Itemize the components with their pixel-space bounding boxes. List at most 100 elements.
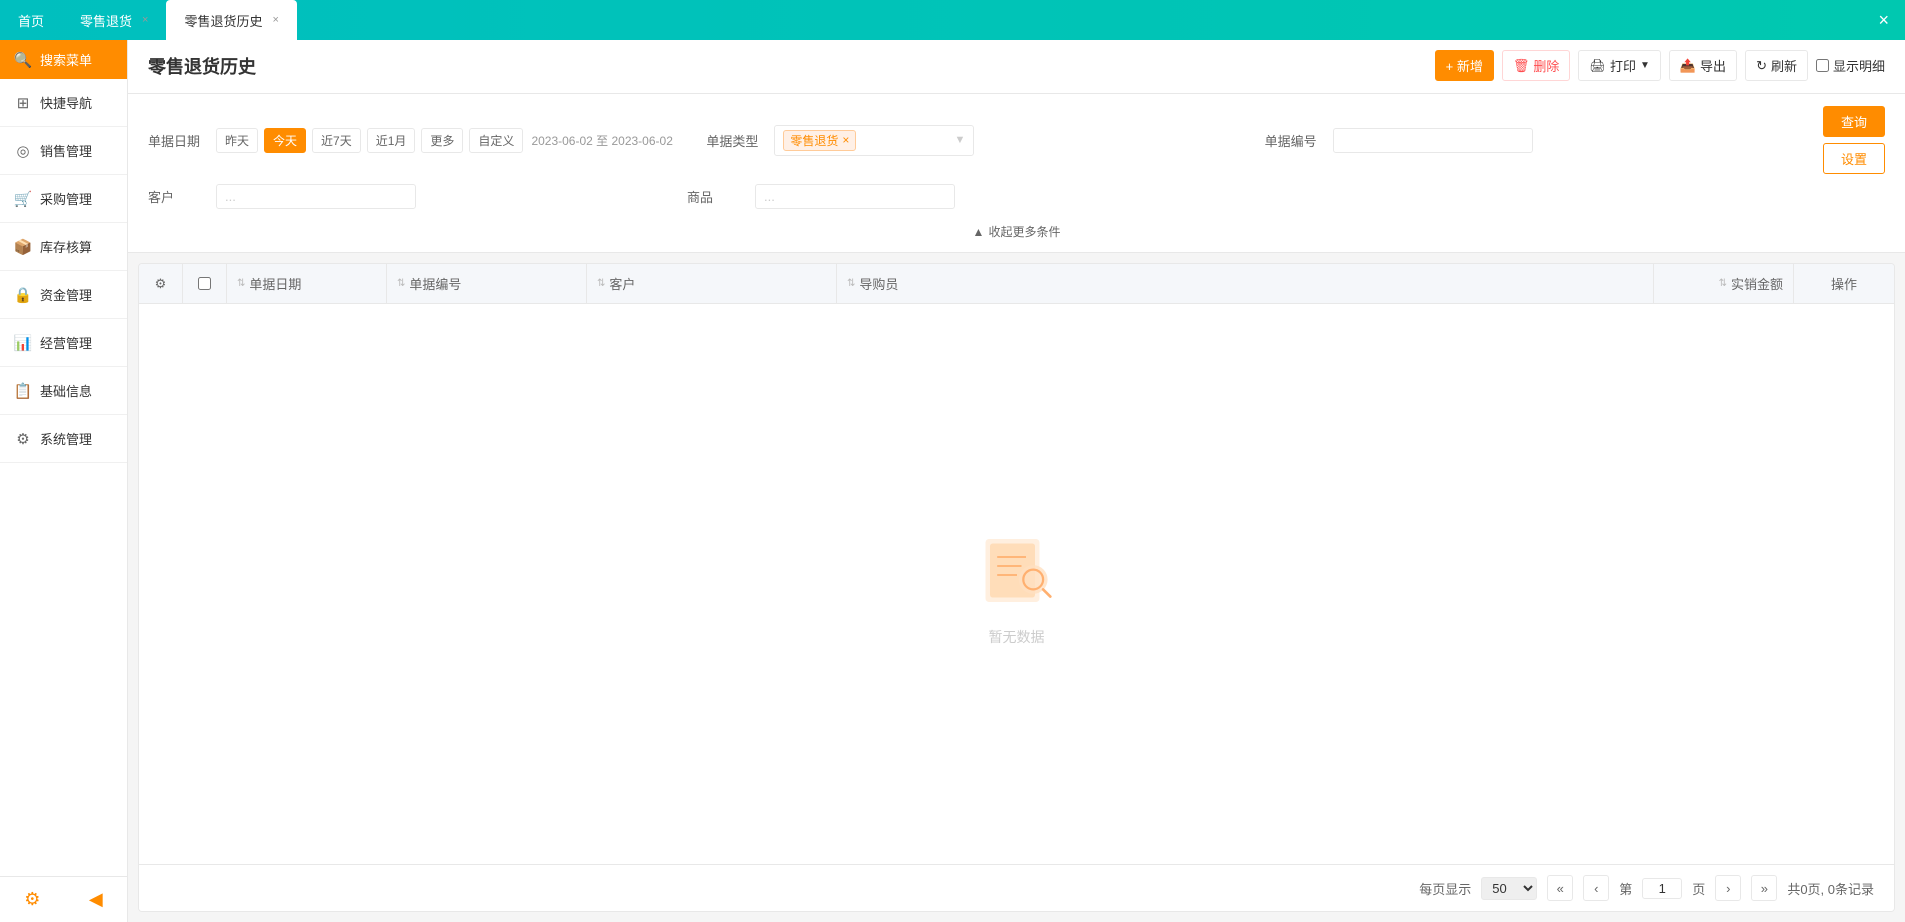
sidebar-item-basic-info-label: 基础信息 bbox=[40, 381, 92, 400]
delete-label: 删除 bbox=[1533, 56, 1559, 75]
page-first-button[interactable]: « bbox=[1547, 875, 1573, 901]
th-date[interactable]: ⇅ 单据日期 bbox=[227, 264, 387, 303]
sidebar-item-sales-mgmt[interactable]: ◎ 销售管理 bbox=[0, 127, 127, 175]
th-bill-no[interactable]: ⇅ 单据编号 bbox=[387, 264, 587, 303]
print-button[interactable]: 🖨 打印 ▼ bbox=[1578, 50, 1660, 81]
sidebar-item-system-mgmt[interactable]: ⚙ 系统管理 bbox=[0, 415, 127, 463]
date-btn-7days[interactable]: 近7天 bbox=[312, 128, 361, 153]
query-button[interactable]: 查询 bbox=[1823, 106, 1885, 137]
tab-retail-return[interactable]: 零售退货 × bbox=[62, 0, 166, 40]
bill-type-dropdown-icon: ▼ bbox=[954, 134, 965, 146]
page-title: 零售退货历史 bbox=[148, 53, 256, 79]
date-range-display: 2023-06-02 至 2023-06-02 bbox=[531, 132, 672, 149]
tab-retail-return-history-label: 零售退货历史 bbox=[184, 11, 262, 30]
filter-action-buttons: 查询 设置 bbox=[1823, 106, 1885, 174]
date-filter-group: 单据日期 昨天 今天 近7天 近1月 更多 自定义 2023-06-02 至 2… bbox=[148, 128, 674, 153]
tab-home-label: 首页 bbox=[18, 11, 44, 30]
goods-select[interactable]: ... bbox=[755, 184, 955, 209]
date-btn-1month[interactable]: 近1月 bbox=[367, 128, 416, 153]
date-btn-yesterday[interactable]: 昨天 bbox=[216, 128, 258, 153]
sidebar-item-finance-mgmt[interactable]: 🔒 资金管理 bbox=[0, 271, 127, 319]
th-settings[interactable]: ⚙ bbox=[139, 264, 183, 303]
sort-bill-icon: ⇅ bbox=[397, 278, 405, 289]
filter-row-2: 客户 ... 商品 ... bbox=[148, 184, 1885, 209]
customer-select[interactable]: ... bbox=[216, 184, 416, 209]
sidebar-item-quick-nav[interactable]: ⊞ 快捷导航 bbox=[0, 79, 127, 127]
bill-type-tag-remove[interactable]: × bbox=[842, 133, 849, 147]
th-guide[interactable]: ⇅ 导购员 bbox=[837, 264, 1654, 303]
print-icon: 🖨 bbox=[1589, 58, 1606, 74]
export-button[interactable]: 📤 导出 bbox=[1669, 50, 1737, 81]
page-next-icon: › bbox=[1726, 881, 1730, 896]
customer-label: 客户 bbox=[148, 187, 208, 206]
collapse-sidebar-icon[interactable]: ◀ bbox=[89, 889, 103, 910]
date-filter-label: 单据日期 bbox=[148, 131, 208, 150]
date-btn-more[interactable]: 更多 bbox=[421, 128, 463, 153]
bill-type-select[interactable]: 零售退货 × ▼ bbox=[774, 125, 974, 156]
th-op-label: 操作 bbox=[1831, 274, 1857, 293]
bill-type-filter-group: 单据类型 零售退货 × ▼ bbox=[706, 125, 1232, 156]
tab-home[interactable]: 首页 bbox=[0, 0, 62, 40]
tab-retail-return-close[interactable]: × bbox=[142, 14, 148, 26]
delete-button[interactable]: 🗑 删除 bbox=[1502, 50, 1571, 81]
search-icon: 🔍 bbox=[14, 51, 32, 69]
operations-icon: 📊 bbox=[14, 334, 32, 352]
th-bill-label: 单据编号 bbox=[409, 274, 461, 293]
refresh-button[interactable]: ↻ 刷新 bbox=[1745, 50, 1808, 81]
page-number-input[interactable] bbox=[1642, 878, 1682, 899]
sort-date-icon: ⇅ bbox=[237, 278, 245, 289]
collapse-button[interactable]: ▲ 收起更多条件 bbox=[973, 223, 1061, 240]
page-title-row: 零售退货历史 + 新增 🗑 删除 🖨 打印 ▼ 📤 导出 bbox=[148, 50, 1885, 81]
page-first-icon: « bbox=[1557, 881, 1564, 896]
page-size-select[interactable]: 50 10 20 100 bbox=[1481, 877, 1537, 900]
sidebar-item-inventory-calc[interactable]: 📦 库存核算 bbox=[0, 223, 127, 271]
tab-retail-return-history-close[interactable]: × bbox=[272, 14, 278, 26]
page-prev-icon: ‹ bbox=[1594, 881, 1598, 896]
sidebar-item-sales-label: 销售管理 bbox=[40, 141, 92, 160]
th-op: 操作 bbox=[1794, 264, 1894, 303]
page-last-button[interactable]: » bbox=[1751, 875, 1777, 901]
export-icon: 📤 bbox=[1680, 58, 1696, 74]
settings-bottom-icon[interactable]: ⚙ bbox=[24, 889, 40, 910]
window-close-button[interactable]: × bbox=[1878, 10, 1889, 31]
bill-number-filter-group: 单据编号 bbox=[1265, 128, 1791, 153]
select-all-checkbox[interactable] bbox=[198, 277, 211, 290]
sidebar-item-inventory-label: 库存核算 bbox=[40, 237, 92, 256]
add-button[interactable]: + 新增 bbox=[1435, 50, 1494, 81]
show-details-checkbox[interactable] bbox=[1816, 59, 1829, 72]
bill-number-label: 单据编号 bbox=[1265, 131, 1325, 150]
filter-area: 单据日期 昨天 今天 近7天 近1月 更多 自定义 2023-06-02 至 2… bbox=[128, 94, 1905, 253]
topbar-right: × bbox=[1868, 10, 1905, 31]
sidebar-item-system-label: 系统管理 bbox=[40, 429, 92, 448]
sidebar-search[interactable]: 🔍 搜索菜单 bbox=[0, 40, 127, 79]
page-next-button[interactable]: › bbox=[1715, 875, 1741, 901]
goods-placeholder: ... bbox=[764, 189, 775, 204]
customer-placeholder: ... bbox=[225, 189, 236, 204]
sidebar-item-basic-info[interactable]: 📋 基础信息 bbox=[0, 367, 127, 415]
main-layout: 🔍 搜索菜单 ⊞ 快捷导航 ◎ 销售管理 🛒 采购管理 📦 库存核算 🔒 资金管… bbox=[0, 40, 1905, 922]
page-size-label: 每页显示 bbox=[1419, 879, 1471, 898]
goods-label: 商品 bbox=[687, 187, 747, 206]
show-details-toggle[interactable]: 显示明细 bbox=[1816, 56, 1885, 75]
sidebar-item-operations-mgmt[interactable]: 📊 经营管理 bbox=[0, 319, 127, 367]
sidebar-item-purchase-label: 采购管理 bbox=[40, 189, 92, 208]
empty-icon bbox=[972, 521, 1062, 611]
print-label: 打印 bbox=[1610, 56, 1636, 75]
inventory-icon: 📦 bbox=[14, 238, 32, 256]
column-settings-icon[interactable]: ⚙ bbox=[155, 276, 167, 292]
bill-number-input[interactable] bbox=[1333, 128, 1533, 153]
sidebar-item-operations-label: 经营管理 bbox=[40, 333, 92, 352]
collapse-label: 收起更多条件 bbox=[988, 223, 1060, 240]
tab-retail-return-history[interactable]: 零售退货历史 × bbox=[166, 0, 296, 40]
date-btn-today[interactable]: 今天 bbox=[264, 128, 306, 153]
quick-nav-icon: ⊞ bbox=[14, 94, 32, 112]
th-amount[interactable]: ⇅ 实销金额 bbox=[1654, 264, 1794, 303]
sidebar-item-finance-label: 资金管理 bbox=[40, 285, 92, 304]
print-dropdown-icon: ▼ bbox=[1640, 60, 1650, 71]
page-prev-button[interactable]: ‹ bbox=[1583, 875, 1609, 901]
settings-button[interactable]: 设置 bbox=[1823, 143, 1885, 174]
date-btn-custom[interactable]: 自定义 bbox=[469, 128, 523, 153]
th-customer[interactable]: ⇅ 客户 bbox=[587, 264, 837, 303]
sidebar-item-quick-nav-label: 快捷导航 bbox=[40, 93, 92, 112]
sidebar-item-purchase-mgmt[interactable]: 🛒 采购管理 bbox=[0, 175, 127, 223]
